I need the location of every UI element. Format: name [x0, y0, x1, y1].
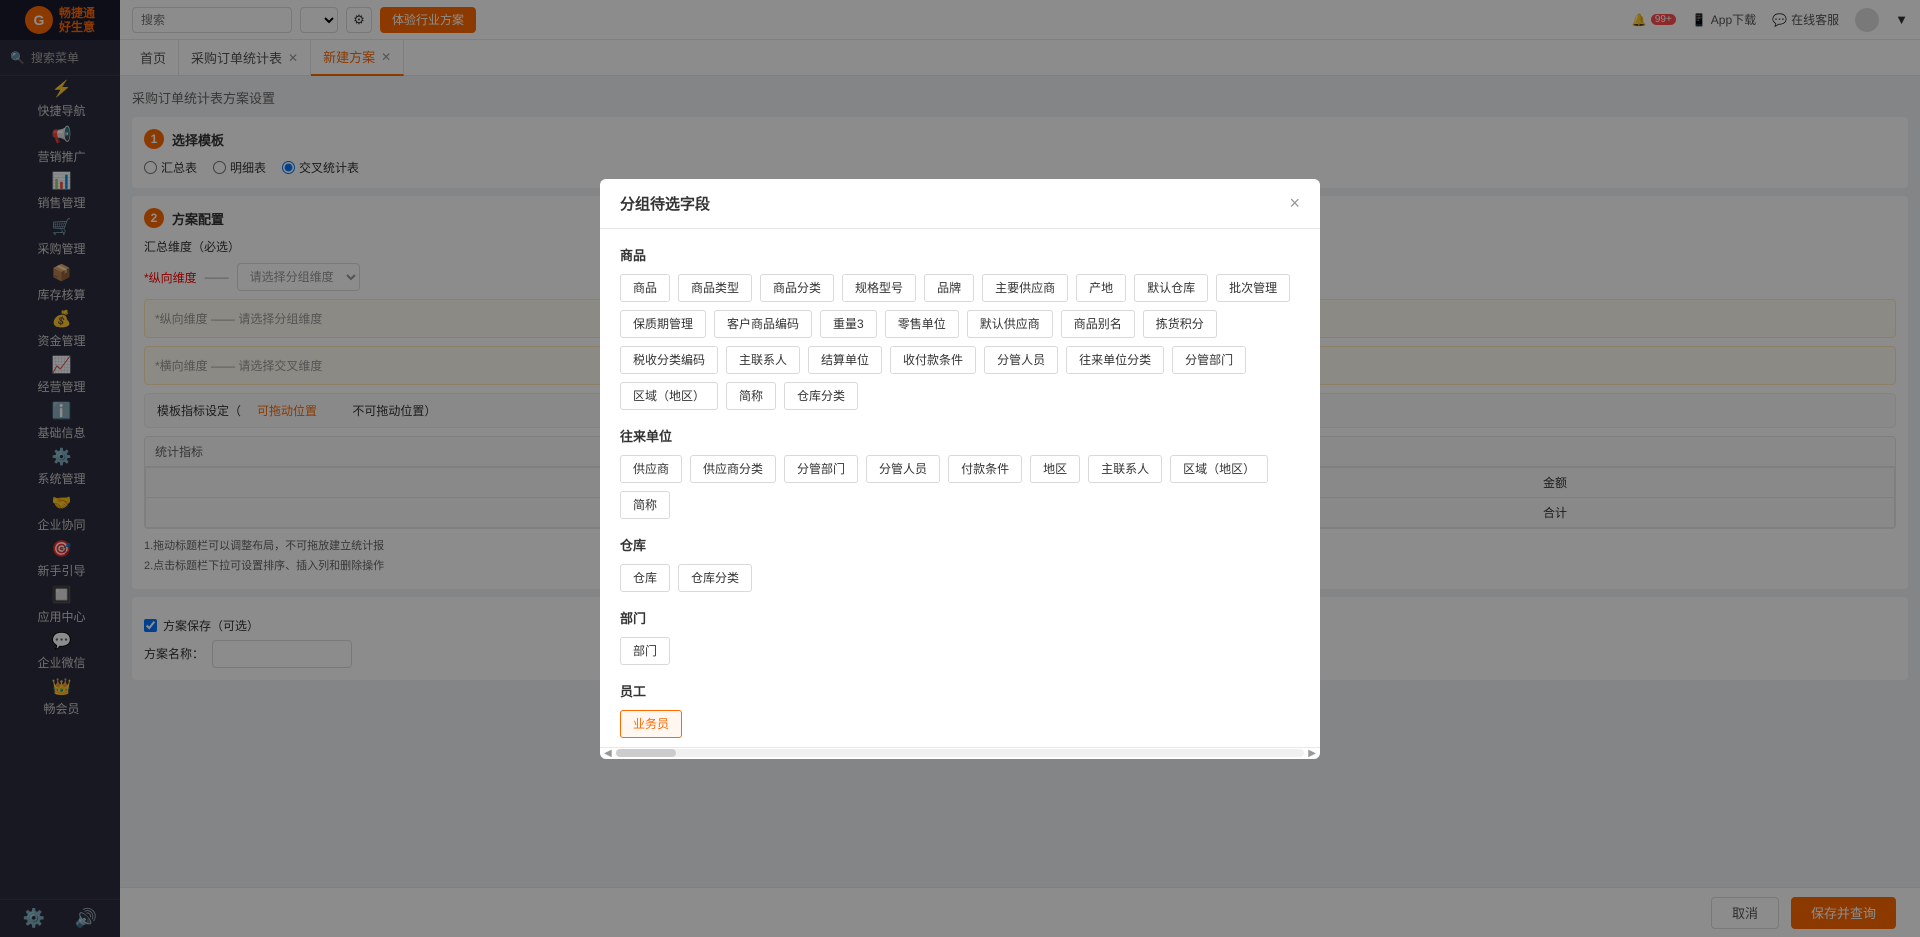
hscroll-track [616, 749, 1305, 757]
field-tag-default-supplier[interactable]: 默认供应商 [967, 310, 1053, 338]
field-tag-payment-terms[interactable]: 收付款条件 [890, 346, 976, 374]
field-section-title-goods: 商品 [620, 245, 1300, 264]
field-tag-department[interactable]: 部门 [620, 637, 670, 665]
field-tag-short-name[interactable]: 简称 [726, 382, 776, 410]
field-tag-tax-code[interactable]: 税收分类编码 [620, 346, 718, 374]
field-tag-warehouse-cat[interactable]: 仓库分类 [678, 564, 752, 592]
field-tag-default-warehouse[interactable]: 默认仓库 [1134, 274, 1208, 302]
field-tag-managing-dept[interactable]: 分管部门 [784, 455, 858, 483]
modal-close-button[interactable]: × [1289, 193, 1300, 214]
modal-overlay: 分组待选字段 × 商品 商品 商品类型 商品分类 规格型号 品牌 主要供应商 产… [0, 0, 1920, 937]
field-tag-short-name-partner[interactable]: 简称 [620, 491, 670, 519]
field-tag-warehouse-category[interactable]: 仓库分类 [784, 382, 858, 410]
field-section-title-partner: 往来单位 [620, 426, 1300, 445]
field-tag-dept[interactable]: 分管部门 [1172, 346, 1246, 374]
field-tag-warehouse[interactable]: 仓库 [620, 564, 670, 592]
field-tag-manager[interactable]: 分管人员 [984, 346, 1058, 374]
hscroll-right-arrow[interactable]: ▶ [1308, 748, 1316, 759]
field-tag-customer-code[interactable]: 客户商品编码 [714, 310, 812, 338]
field-tags-employee: 业务员 [620, 710, 1300, 738]
hscroll-thumb[interactable] [616, 749, 676, 757]
modal-hscroll[interactable]: ◀ ▶ [600, 747, 1320, 759]
field-tag-managing-person[interactable]: 分管人员 [866, 455, 940, 483]
field-section-warehouse: 仓库 仓库 仓库分类 [620, 535, 1300, 592]
field-section-title-warehouse: 仓库 [620, 535, 1300, 554]
field-tag-region-partner[interactable]: 区域（地区） [1170, 455, 1268, 483]
field-tag-spec-model[interactable]: 规格型号 [842, 274, 916, 302]
field-tag-main-contact[interactable]: 主联系人 [726, 346, 800, 374]
field-tag-region-goods[interactable]: 区域（地区） [620, 382, 718, 410]
field-tags-goods: 商品 商品类型 商品分类 规格型号 品牌 主要供应商 产地 默认仓库 批次管理 … [620, 274, 1300, 410]
field-tag-payment-cond[interactable]: 付款条件 [948, 455, 1022, 483]
field-section-department: 部门 部门 [620, 608, 1300, 665]
field-tag-goods-category[interactable]: 商品分类 [760, 274, 834, 302]
field-section-title-employee: 员工 [620, 681, 1300, 700]
modal-body[interactable]: 商品 商品 商品类型 商品分类 规格型号 品牌 主要供应商 产地 默认仓库 批次… [600, 229, 1320, 747]
field-tag-supplier-category[interactable]: 供应商分类 [690, 455, 776, 483]
hscroll-left-arrow[interactable]: ◀ [604, 748, 612, 759]
field-section-title-department: 部门 [620, 608, 1300, 627]
modal-title: 分组待选字段 [620, 193, 710, 214]
field-tag-weight[interactable]: 重量3 [820, 310, 877, 338]
field-tag-origin[interactable]: 产地 [1076, 274, 1126, 302]
field-tag-district[interactable]: 地区 [1030, 455, 1080, 483]
field-tag-batch-mgmt[interactable]: 批次管理 [1216, 274, 1290, 302]
field-tag-salesperson[interactable]: 业务员 [620, 710, 682, 738]
field-tags-partner: 供应商 供应商分类 分管部门 分管人员 付款条件 地区 主联系人 区域（地区） … [620, 455, 1300, 519]
field-tag-pick-points[interactable]: 拣货积分 [1143, 310, 1217, 338]
field-section-partner: 往来单位 供应商 供应商分类 分管部门 分管人员 付款条件 地区 主联系人 区域… [620, 426, 1300, 519]
field-section-employee: 员工 业务员 [620, 681, 1300, 738]
field-tag-brand[interactable]: 品牌 [924, 274, 974, 302]
field-tag-retail-unit[interactable]: 零售单位 [885, 310, 959, 338]
field-tag-settlement-unit[interactable]: 结算单位 [808, 346, 882, 374]
modal: 分组待选字段 × 商品 商品 商品类型 商品分类 规格型号 品牌 主要供应商 产… [600, 179, 1320, 759]
field-tag-main-supplier[interactable]: 主要供应商 [982, 274, 1068, 302]
field-tag-supplier[interactable]: 供应商 [620, 455, 682, 483]
field-tags-department: 部门 [620, 637, 1300, 665]
field-tag-goods-type[interactable]: 商品类型 [678, 274, 752, 302]
field-tag-expiry-mgmt[interactable]: 保质期管理 [620, 310, 706, 338]
field-tag-goods-alias[interactable]: 商品别名 [1061, 310, 1135, 338]
modal-header: 分组待选字段 × [600, 179, 1320, 229]
field-tags-warehouse: 仓库 仓库分类 [620, 564, 1300, 592]
field-tag-goods[interactable]: 商品 [620, 274, 670, 302]
field-tag-main-contact-partner[interactable]: 主联系人 [1088, 455, 1162, 483]
field-tag-partner-category[interactable]: 往来单位分类 [1066, 346, 1164, 374]
field-section-goods: 商品 商品 商品类型 商品分类 规格型号 品牌 主要供应商 产地 默认仓库 批次… [620, 245, 1300, 410]
